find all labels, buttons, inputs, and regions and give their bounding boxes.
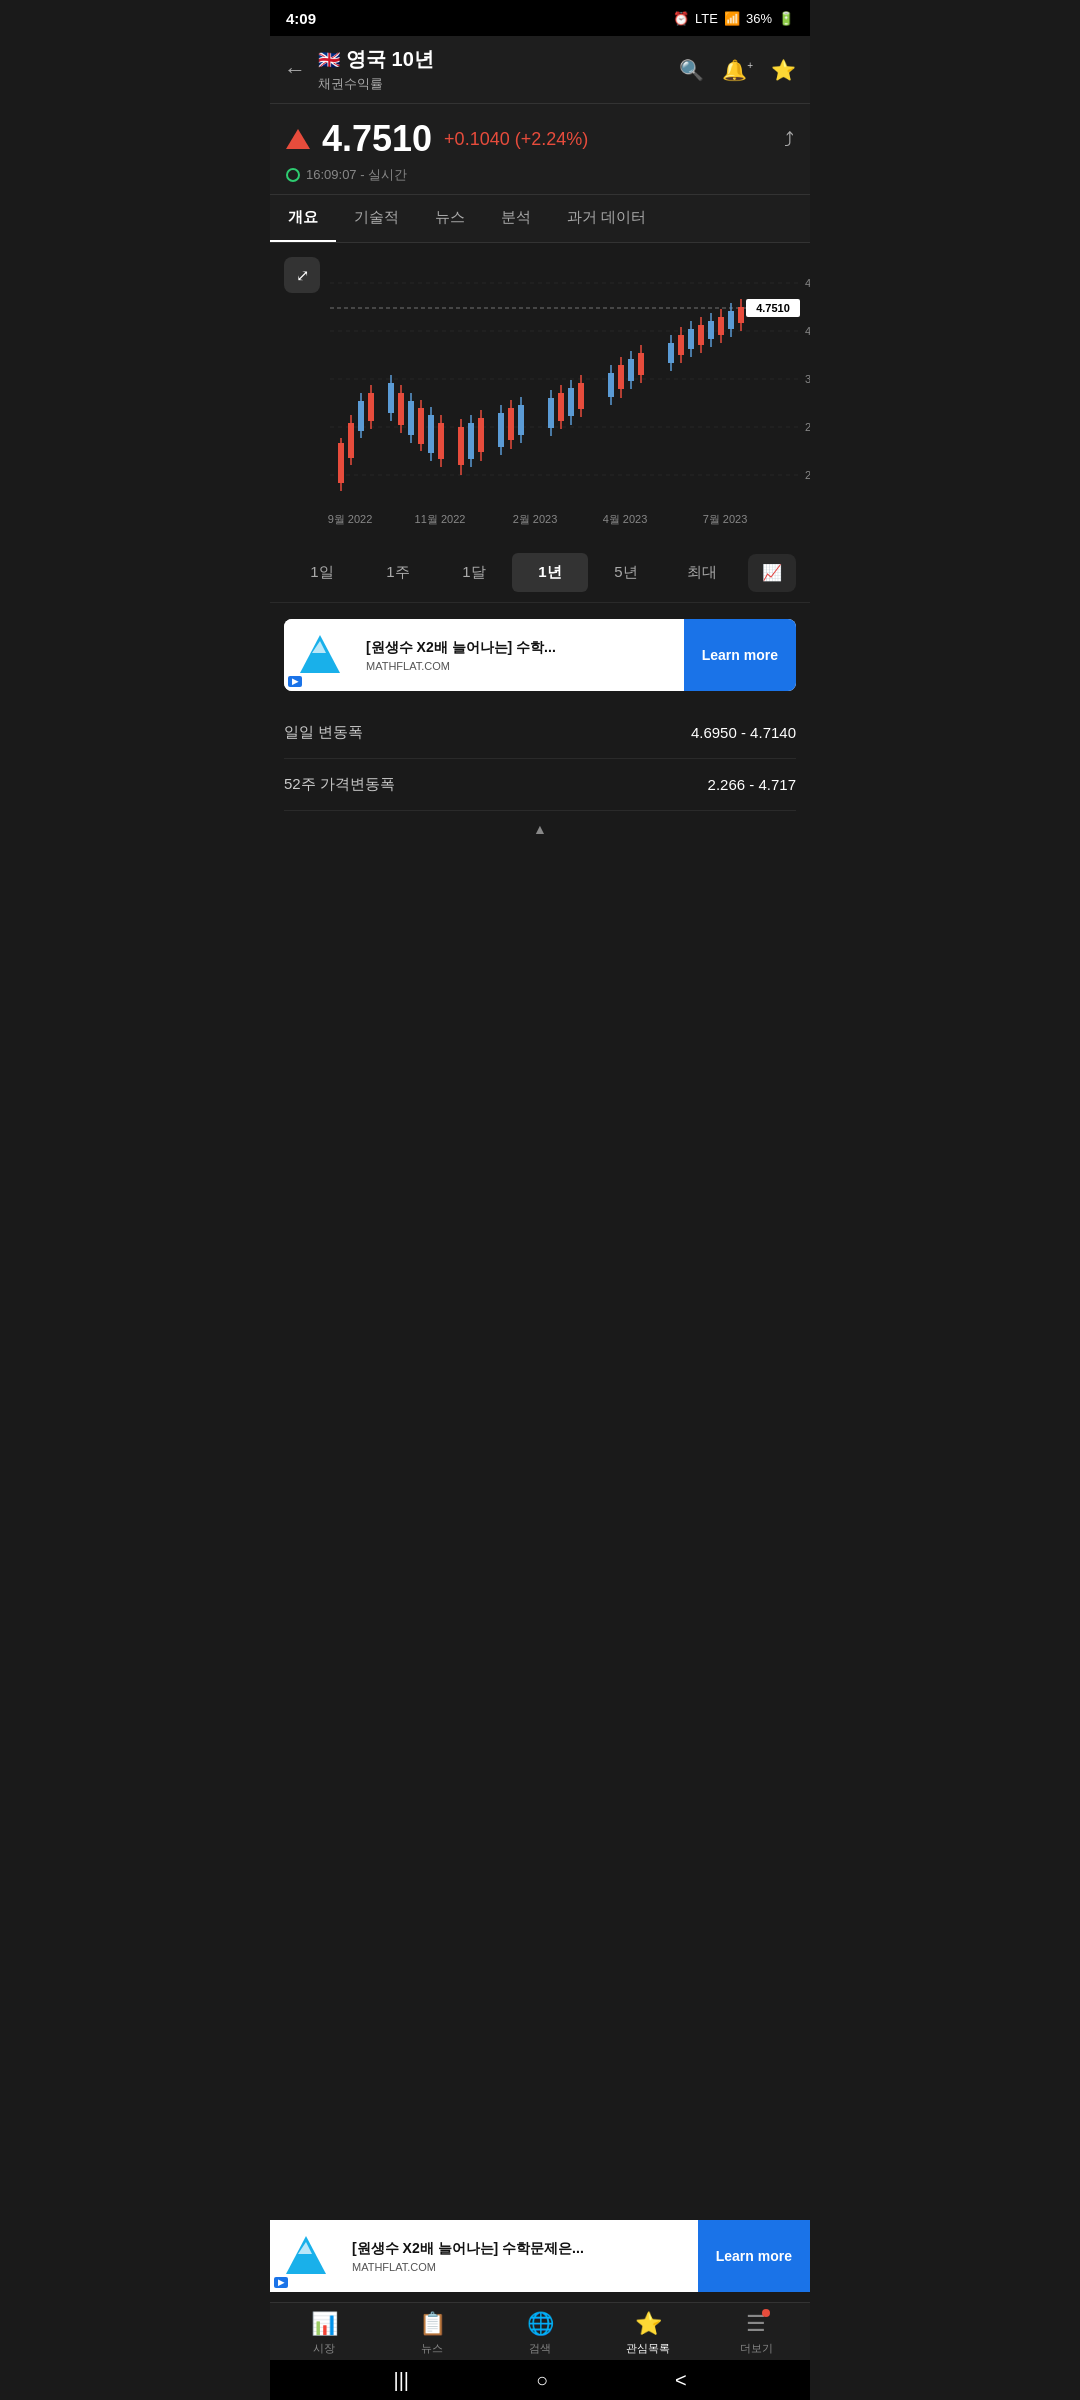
tab-overview[interactable]: 개요: [270, 195, 336, 242]
svg-rect-50: [478, 418, 484, 452]
signal-icon: 📶: [724, 11, 740, 26]
header: ← 🇬🇧 영국 10년 채권수익률 🔍 🔔+ ⭐: [270, 36, 810, 104]
svg-rect-62: [548, 398, 554, 428]
svg-rect-32: [408, 401, 414, 435]
battery-icon: 🔋: [778, 11, 794, 26]
ad-url: MATHFLAT.COM: [366, 660, 674, 672]
svg-text:4.9000: 4.9000: [805, 277, 810, 289]
svg-rect-47: [468, 423, 474, 459]
tab-history[interactable]: 과거 데이터: [549, 195, 664, 242]
tabs-bar: 개요 기술적 뉴스 분석 과거 데이터: [270, 195, 810, 243]
svg-text:2월 2023: 2월 2023: [513, 513, 558, 525]
svg-rect-59: [518, 405, 524, 435]
daily-range-label: 일일 변동폭: [284, 723, 363, 742]
header-title-block: 🇬🇧 영국 10년 채권수익률: [318, 46, 667, 93]
52week-label: 52주 가격변동폭: [284, 775, 395, 794]
alert-icon[interactable]: 🔔+: [722, 58, 753, 82]
price-row: 4.7510 +0.1040 (+2.24%) ⤴: [286, 118, 794, 160]
svg-rect-41: [438, 423, 444, 459]
svg-rect-68: [568, 388, 574, 416]
header-title: 🇬🇧 영국 10년: [318, 46, 667, 73]
alarm-icon: ⏰: [673, 11, 689, 26]
price-up-arrow: [286, 129, 310, 149]
expand-section[interactable]: ▲: [284, 811, 796, 847]
svg-text:4월 2023: 4월 2023: [603, 513, 648, 525]
data-section: 일일 변동폭 4.6950 - 4.7140 52주 가격변동폭 2.266 -…: [270, 707, 810, 847]
status-time: 4:09: [286, 10, 316, 27]
favorite-icon[interactable]: ⭐: [771, 58, 796, 82]
period-1day[interactable]: 1일: [284, 553, 360, 592]
back-button[interactable]: ←: [284, 57, 306, 83]
svg-text:2.1000: 2.1000: [805, 469, 810, 481]
svg-rect-44: [458, 427, 464, 465]
period-max[interactable]: 최대: [664, 553, 740, 592]
svg-marker-115: [300, 635, 340, 673]
tab-news[interactable]: 뉴스: [417, 195, 483, 242]
tab-analysis[interactable]: 분석: [483, 195, 549, 242]
svg-rect-29: [398, 393, 404, 425]
status-bar: 4:09 ⏰ LTE 📶 36% 🔋: [270, 0, 810, 36]
ad-banner[interactable]: ▶ [원생수 X2배 늘어나는] 수학... MATHFLAT.COM Lear…: [284, 619, 796, 691]
svg-text:9월 2022: 9월 2022: [328, 513, 373, 525]
tab-technical[interactable]: 기술적: [336, 195, 417, 242]
price-chart[interactable]: 4.9000 4.2000 3.5000 2.8000 2.1000 4.751…: [270, 253, 810, 533]
ad-cta-button[interactable]: Learn more: [684, 619, 796, 691]
svg-text:11월 2022: 11월 2022: [415, 513, 466, 525]
svg-rect-17: [348, 423, 354, 458]
price-time: 16:09:07 - 실시간: [286, 166, 794, 184]
52week-range-row: 52주 가격변동폭 2.266 - 4.717: [284, 759, 796, 811]
52week-value: 2.266 - 4.717: [708, 776, 796, 793]
svg-text:7월 2023: 7월 2023: [703, 513, 748, 525]
lte-icon: LTE: [695, 11, 718, 26]
daily-range-value: 4.6950 - 4.7140: [691, 724, 796, 741]
ad-logo: ▶: [284, 619, 356, 691]
header-subtitle: 채권수익률: [318, 75, 667, 93]
svg-rect-14: [338, 443, 344, 483]
svg-rect-23: [368, 393, 374, 421]
expand-chart-button[interactable]: ⤢: [284, 257, 320, 293]
ad-title: [원생수 X2배 늘어나는] 수학...: [366, 638, 674, 656]
chart-svg-wrapper: 4.9000 4.2000 3.5000 2.8000 2.1000 4.751…: [270, 253, 810, 533]
svg-rect-35: [418, 408, 424, 444]
chart-type-button[interactable]: 📈: [748, 554, 796, 592]
price-section: 4.7510 +0.1040 (+2.24%) ⤴ 16:09:07 - 실시간: [270, 104, 810, 195]
flag-icon: 🇬🇧: [318, 49, 340, 71]
svg-text:4.7510: 4.7510: [756, 302, 790, 314]
svg-text:2.8000: 2.8000: [805, 421, 810, 433]
svg-rect-20: [358, 401, 364, 431]
svg-rect-65: [558, 393, 564, 421]
ad-text: [원생수 X2배 늘어나는] 수학... MATHFLAT.COM: [356, 619, 684, 691]
svg-rect-53: [498, 413, 504, 447]
battery-text: 36%: [746, 11, 772, 26]
svg-rect-38: [428, 415, 434, 453]
price-value: 4.7510: [322, 118, 432, 160]
expand-arrow-icon[interactable]: ▲: [533, 821, 547, 837]
search-icon[interactable]: 🔍: [679, 58, 704, 82]
share-button[interactable]: ⤴: [784, 128, 794, 151]
status-icons: ⏰ LTE 📶 36% 🔋: [673, 11, 794, 26]
svg-text:3.5000: 3.5000: [805, 373, 810, 385]
period-1month[interactable]: 1달: [436, 553, 512, 592]
svg-text:4.2000: 4.2000: [805, 325, 810, 337]
period-selector: 1일 1주 1달 1년 5년 최대 📈: [270, 543, 810, 603]
period-5year[interactable]: 5년: [588, 553, 664, 592]
ad-play-badge: ▶: [288, 676, 302, 687]
svg-rect-0: [270, 253, 810, 533]
mathflat-logo: [298, 633, 342, 677]
clock-icon: [286, 168, 300, 182]
svg-rect-56: [508, 408, 514, 440]
header-actions: 🔍 🔔+ ⭐: [679, 58, 796, 82]
chart-container: ⤢ 4.9000 4.2000 3.5000 2.8000 2.1000 4.7…: [270, 243, 810, 543]
price-change: +0.1040 (+2.24%): [444, 129, 588, 150]
daily-range-row: 일일 변동폭 4.6950 - 4.7140: [284, 707, 796, 759]
period-1week[interactable]: 1주: [360, 553, 436, 592]
period-1year[interactable]: 1년: [512, 553, 588, 592]
